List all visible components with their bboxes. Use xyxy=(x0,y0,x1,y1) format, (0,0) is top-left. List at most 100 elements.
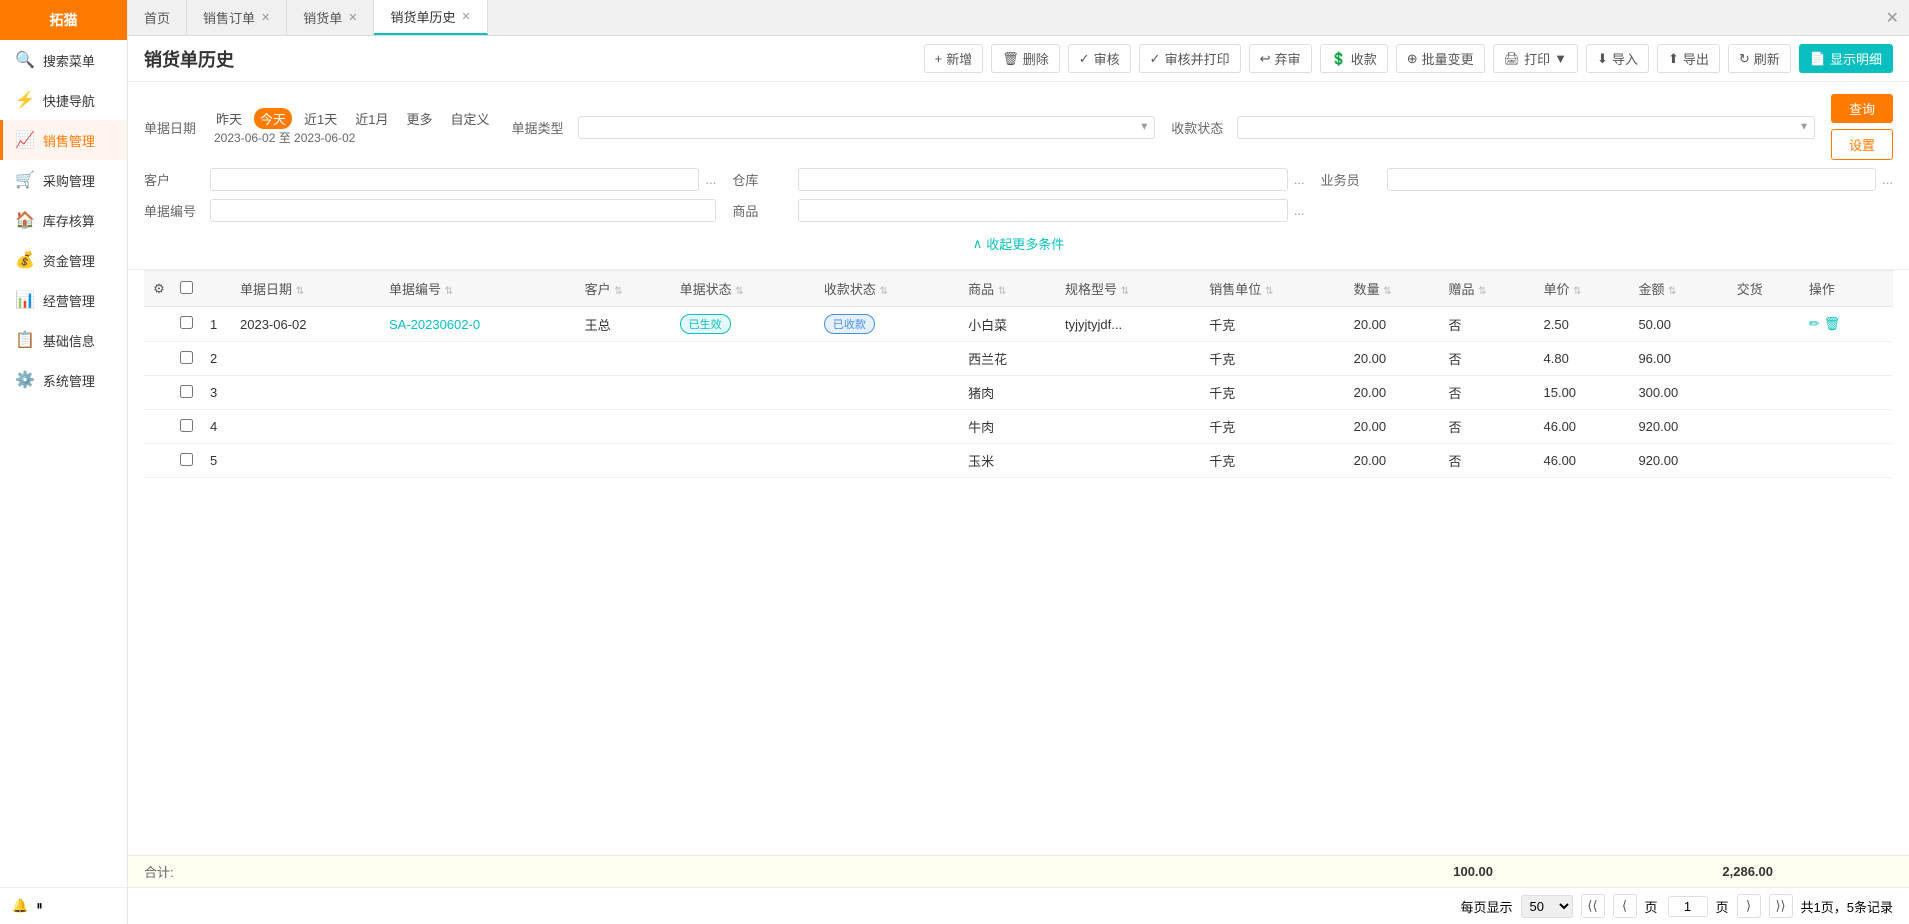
close-window-icon[interactable]: ✕ xyxy=(1886,8,1909,28)
date-last7[interactable]: 近1天 xyxy=(298,108,343,129)
show-detail-button[interactable]: 📄显示明细 xyxy=(1799,44,1893,73)
batch-change-button[interactable]: ⊕批量变更 xyxy=(1396,44,1485,73)
date-custom[interactable]: 自定义 xyxy=(445,108,496,129)
audit-button[interactable]: ✓审核 xyxy=(1068,44,1131,73)
sidebar-item-basic-info[interactable]: 📋 基础信息 xyxy=(0,320,127,360)
audit-print-button[interactable]: ✓审核并打印 xyxy=(1139,44,1241,73)
sort-payment-status-icon[interactable]: ⇅ xyxy=(880,286,888,297)
customer-input[interactable] xyxy=(210,168,699,191)
salesman-input[interactable] xyxy=(1387,168,1876,191)
th-unit-price[interactable]: 单价 ⇅ xyxy=(1538,271,1633,307)
warehouse-input[interactable] xyxy=(798,168,1287,191)
sort-gift-icon[interactable]: ⇅ xyxy=(1478,286,1486,297)
th-amount[interactable]: 金额 ⇅ xyxy=(1632,271,1730,307)
sort-doc-no-icon[interactable]: ⇅ xyxy=(445,286,453,297)
payment-status-select[interactable] xyxy=(1237,116,1815,139)
row-checkbox[interactable] xyxy=(180,351,193,364)
sidebar-item-inventory-calc[interactable]: 🏠 库存核算 xyxy=(0,200,127,240)
new-button[interactable]: +新增 xyxy=(924,44,984,73)
sidebar-item-operations-mgmt[interactable]: 📊 经营管理 xyxy=(0,280,127,320)
sidebar-item-purchase-mgmt[interactable]: 🛒 采购管理 xyxy=(0,160,127,200)
page-size-select[interactable]: 50 100 xyxy=(1521,895,1573,918)
salesman-dots[interactable]: ... xyxy=(1882,172,1893,187)
tab-sales-history[interactable]: 销货单历史 ✕ xyxy=(374,0,487,35)
cell-doc-no[interactable] xyxy=(383,342,579,376)
import-button[interactable]: ⬇导入 xyxy=(1586,44,1649,73)
th-settings[interactable]: ⚙ xyxy=(144,271,174,307)
cell-doc-no[interactable] xyxy=(383,376,579,410)
settings-button[interactable]: 设置 xyxy=(1831,129,1893,160)
row-checkbox[interactable] xyxy=(180,453,193,466)
th-payment-status[interactable]: 收款状态 ⇅ xyxy=(818,271,962,307)
tab-sales-order[interactable]: 销售订单 ✕ xyxy=(187,0,287,35)
abandon-button[interactable]: ↩弃审 xyxy=(1249,44,1312,73)
goods-dots[interactable]: ... xyxy=(1294,203,1305,218)
sidebar-item-quick-nav[interactable]: ⚡ 快捷导航 xyxy=(0,80,127,120)
cell-doc-no[interactable]: SA-20230602-0 xyxy=(383,307,579,342)
sort-quantity-icon[interactable]: ⇅ xyxy=(1383,286,1391,297)
goods-input[interactable] xyxy=(798,199,1287,222)
print-button[interactable]: 🖨打印▼ xyxy=(1493,44,1578,73)
pause-icon[interactable]: ⏸ xyxy=(36,898,43,914)
date-today[interactable]: 今天 xyxy=(254,108,292,129)
tab-home[interactable]: 首页 xyxy=(128,0,187,35)
tab-sales-goods[interactable]: 销货单 ✕ xyxy=(287,0,374,35)
row-checkbox[interactable] xyxy=(180,316,193,329)
sort-unit-price-icon[interactable]: ⇅ xyxy=(1573,286,1581,297)
sort-customer-icon[interactable]: ⇅ xyxy=(614,286,622,297)
doc-type-select[interactable] xyxy=(578,116,1156,139)
first-page-button[interactable]: ⟨⟨ xyxy=(1581,894,1605,918)
sort-goods-icon[interactable]: ⇅ xyxy=(998,286,1006,297)
doc-no-input[interactable] xyxy=(210,199,716,222)
action-link[interactable]: 🗑 xyxy=(1824,316,1841,331)
collapse-button[interactable]: ∧ 收起更多条件 xyxy=(144,230,1893,257)
cell-checkbox[interactable] xyxy=(174,410,204,444)
next-page-button[interactable]: ⟩ xyxy=(1737,894,1761,918)
collect-button[interactable]: 💲收款 xyxy=(1320,44,1388,73)
row-checkbox[interactable] xyxy=(180,419,193,432)
sidebar-item-finance-mgmt[interactable]: 💰 资金管理 xyxy=(0,240,127,280)
date-last1m[interactable]: 近1月 xyxy=(349,108,394,129)
cell-doc-no[interactable] xyxy=(383,410,579,444)
th-spec[interactable]: 规格型号 ⇅ xyxy=(1059,271,1203,307)
prev-page-button[interactable]: ⟨ xyxy=(1613,894,1637,918)
query-button[interactable]: 查询 xyxy=(1831,94,1893,123)
cell-checkbox[interactable] xyxy=(174,307,204,342)
refresh-button[interactable]: ↻刷新 xyxy=(1728,44,1791,73)
sidebar-item-search-menu[interactable]: 🔍 搜索菜单 xyxy=(0,40,127,80)
th-doc-date[interactable]: 单据日期 ⇅ xyxy=(234,271,383,307)
tab-sales-history-close[interactable]: ✕ xyxy=(462,10,471,23)
sort-doc-status-icon[interactable]: ⇅ xyxy=(735,286,743,297)
cell-checkbox[interactable] xyxy=(174,342,204,376)
sort-amount-icon[interactable]: ⇅ xyxy=(1668,286,1676,297)
sidebar-item-system-mgmt[interactable]: ⚙️ 系统管理 xyxy=(0,360,127,400)
date-more[interactable]: 更多 xyxy=(401,108,439,129)
cell-doc-no[interactable] xyxy=(383,444,579,478)
export-button[interactable]: ⬆导出 xyxy=(1657,44,1720,73)
tab-sales-goods-close[interactable]: ✕ xyxy=(348,11,357,24)
select-all-checkbox[interactable] xyxy=(180,281,193,294)
th-doc-no[interactable]: 单据编号 ⇅ xyxy=(383,271,579,307)
cell-checkbox[interactable] xyxy=(174,444,204,478)
warehouse-dots[interactable]: ... xyxy=(1294,172,1305,187)
sort-spec-icon[interactable]: ⇅ xyxy=(1121,286,1129,297)
th-customer[interactable]: 客户 ⇅ xyxy=(579,271,674,307)
date-yesterday[interactable]: 昨天 xyxy=(210,108,248,129)
row-checkbox[interactable] xyxy=(180,385,193,398)
th-doc-status[interactable]: 单据状态 ⇅ xyxy=(674,271,818,307)
current-page-input[interactable] xyxy=(1668,896,1708,917)
sidebar-item-sales-mgmt[interactable]: 📈 销售管理 xyxy=(0,120,127,160)
th-quantity[interactable]: 数量 ⇅ xyxy=(1348,271,1443,307)
cell-checkbox[interactable] xyxy=(174,376,204,410)
action-link[interactable]: ✏ xyxy=(1809,316,1820,331)
th-gift[interactable]: 赠品 ⇅ xyxy=(1443,271,1538,307)
sort-unit-icon[interactable]: ⇅ xyxy=(1265,286,1273,297)
delete-button[interactable]: 🗑删除 xyxy=(991,44,1060,73)
th-unit[interactable]: 销售单位 ⇅ xyxy=(1203,271,1347,307)
tab-sales-order-close[interactable]: ✕ xyxy=(261,11,270,24)
th-goods[interactable]: 商品 ⇅ xyxy=(962,271,1059,307)
customer-dots[interactable]: ... xyxy=(705,172,716,187)
sort-doc-date-icon[interactable]: ⇅ xyxy=(296,286,304,297)
notification-icon[interactable]: 🔔 xyxy=(12,898,28,914)
last-page-button[interactable]: ⟩⟩ xyxy=(1769,894,1793,918)
